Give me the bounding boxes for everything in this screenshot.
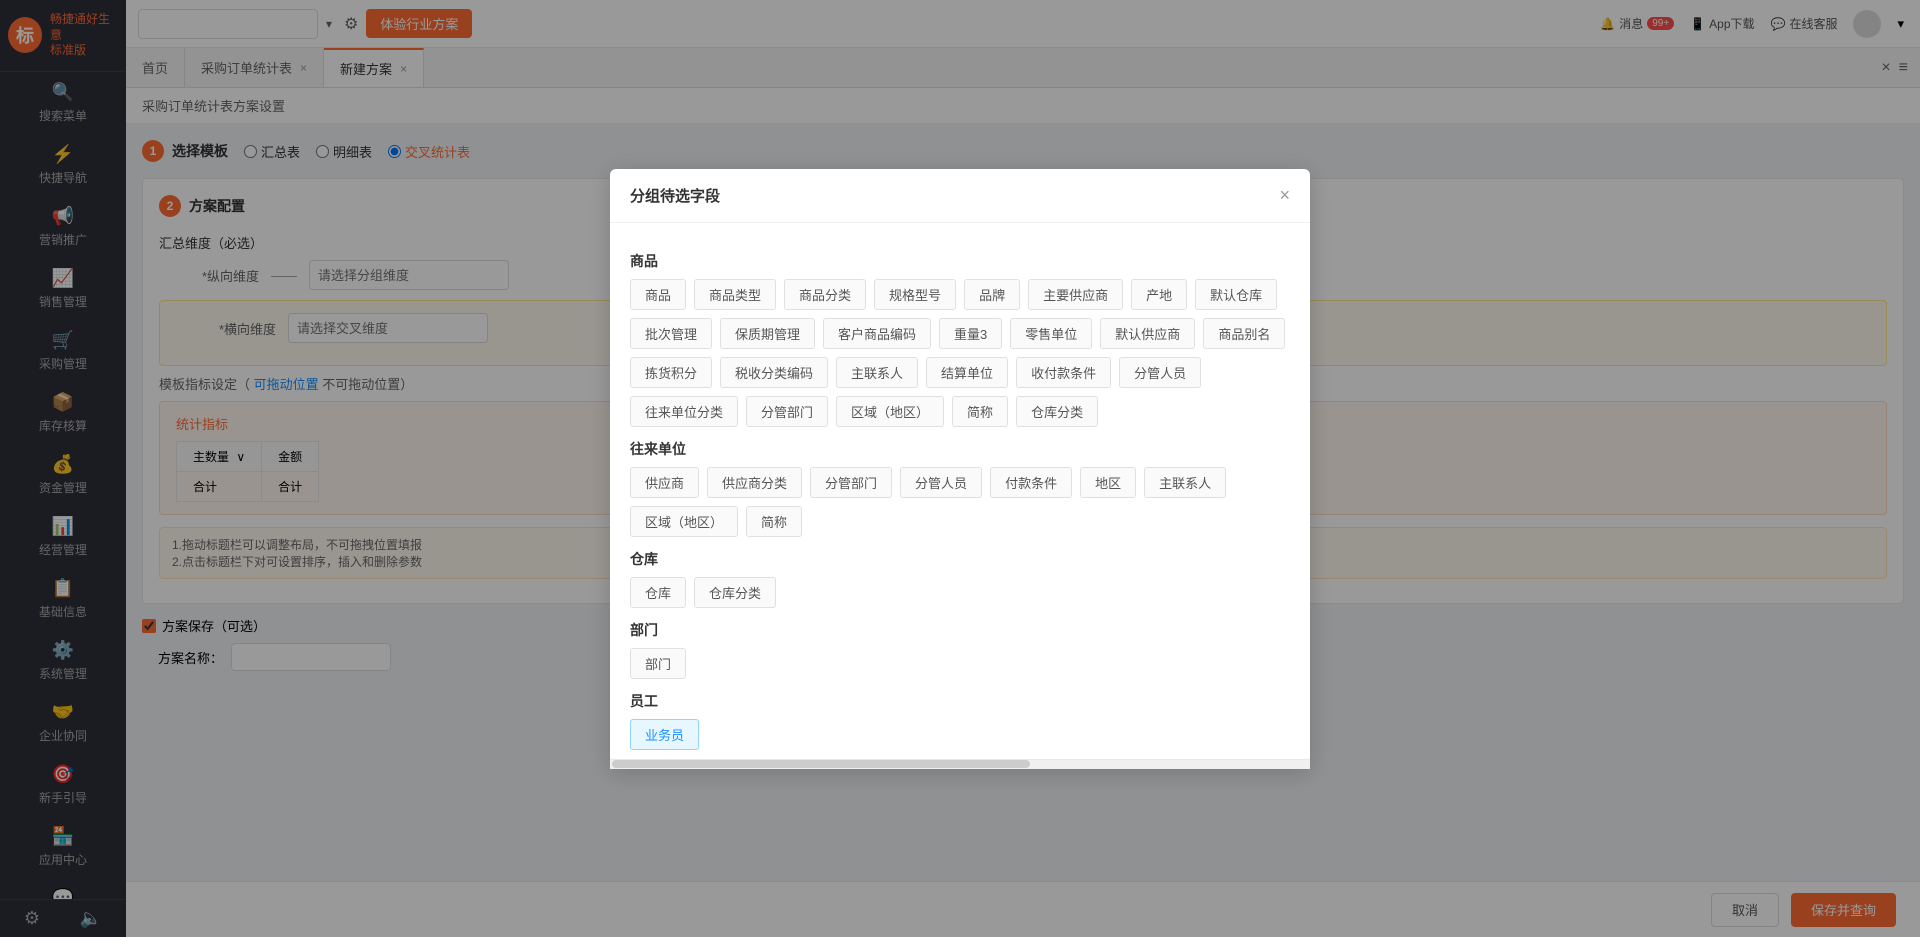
field-tag-税收分类编码[interactable]: 税收分类编码 — [720, 357, 828, 388]
field-grid-商品: 商品商品类型商品分类规格型号品牌主要供应商产地默认仓库批次管理保质期管理客户商品… — [630, 279, 1290, 427]
field-tag-供应商[interactable]: 供应商 — [630, 467, 699, 498]
field-tag-重量3[interactable]: 重量3 — [939, 318, 1002, 349]
field-tag-品牌[interactable]: 品牌 — [964, 279, 1020, 310]
field-tag-区域（地区）[interactable]: 区域（地区） — [630, 506, 738, 537]
field-grid-往来单位: 供应商供应商分类分管部门分管人员付款条件地区主联系人区域（地区） 简称 — [630, 467, 1290, 537]
field-tag-分管人员[interactable]: 分管人员 — [900, 467, 982, 498]
field-tag-区域（地区）[interactable]: 区域（地区） — [836, 396, 944, 427]
field-tag-简称[interactable]: 简称 — [952, 396, 1008, 427]
field-tag-商品类型[interactable]: 商品类型 — [694, 279, 776, 310]
field-tag-主联系人[interactable]: 主联系人 — [1144, 467, 1226, 498]
field-tag-仓库分类[interactable]: 仓库分类 — [1016, 396, 1098, 427]
field-tag-供应商分类[interactable]: 供应商分类 — [707, 467, 802, 498]
field-tag-收付款条件[interactable]: 收付款条件 — [1016, 357, 1111, 388]
field-tag-部门[interactable]: 部门 — [630, 648, 686, 679]
field-tag-结算单位[interactable]: 结算单位 — [926, 357, 1008, 388]
field-tag-保质期管理[interactable]: 保质期管理 — [720, 318, 815, 349]
field-tag-默认仓库[interactable]: 默认仓库 — [1195, 279, 1277, 310]
field-tag-主联系人[interactable]: 主联系人 — [836, 357, 918, 388]
modal-body: 商品商品商品类型商品分类规格型号品牌主要供应商产地默认仓库批次管理保质期管理客户… — [610, 223, 1310, 759]
field-tag-拣货积分[interactable]: 拣货积分 — [630, 357, 712, 388]
section-title-仓库: 仓库 — [630, 549, 1290, 569]
field-tag-付款条件[interactable]: 付款条件 — [990, 467, 1072, 498]
field-tag-简称[interactable]: 简称 — [746, 506, 802, 537]
field-tag-分管部门[interactable]: 分管部门 — [746, 396, 828, 427]
field-tag-仓库[interactable]: 仓库 — [630, 577, 686, 608]
field-grid-部门: 部门 — [630, 648, 1290, 679]
field-tag-商品分类[interactable]: 商品分类 — [784, 279, 866, 310]
field-tag-地区[interactable]: 地区 — [1080, 467, 1136, 498]
section-title-部门: 部门 — [630, 620, 1290, 640]
field-tag-零售单位[interactable]: 零售单位 — [1010, 318, 1092, 349]
modal: 分组待选字段 × 商品商品商品类型商品分类规格型号品牌主要供应商产地默认仓库批次… — [610, 169, 1310, 769]
modal-hscroll-thumb — [612, 760, 1030, 768]
modal-hscrollbar[interactable] — [610, 759, 1310, 769]
field-tag-商品[interactable]: 商品 — [630, 279, 686, 310]
field-tag-分管人员[interactable]: 分管人员 — [1119, 357, 1201, 388]
field-tag-往来单位分类[interactable]: 往来单位分类 — [630, 396, 738, 427]
field-tag-产地[interactable]: 产地 — [1131, 279, 1187, 310]
modal-title: 分组待选字段 — [630, 185, 720, 206]
modal-header: 分组待选字段 × — [610, 169, 1310, 223]
field-tag-默认供应商[interactable]: 默认供应商 — [1100, 318, 1195, 349]
modal-close-button[interactable]: × — [1279, 185, 1290, 206]
field-tag-业务员[interactable]: 业务员 — [630, 719, 699, 750]
section-title-往来单位: 往来单位 — [630, 439, 1290, 459]
section-title-商品: 商品 — [630, 251, 1290, 271]
field-tag-客户商品编码[interactable]: 客户商品编码 — [823, 318, 931, 349]
field-grid-员工: 业务员 — [630, 719, 1290, 750]
section-title-员工: 员工 — [630, 691, 1290, 711]
field-tag-批次管理[interactable]: 批次管理 — [630, 318, 712, 349]
field-tag-分管部门[interactable]: 分管部门 — [810, 467, 892, 498]
field-grid-仓库: 仓库仓库分类 — [630, 577, 1290, 608]
field-tag-主要供应商[interactable]: 主要供应商 — [1028, 279, 1123, 310]
field-tag-规格型号[interactable]: 规格型号 — [874, 279, 956, 310]
field-tag-仓库分类[interactable]: 仓库分类 — [694, 577, 776, 608]
field-tag-商品别名[interactable]: 商品别名 — [1203, 318, 1285, 349]
